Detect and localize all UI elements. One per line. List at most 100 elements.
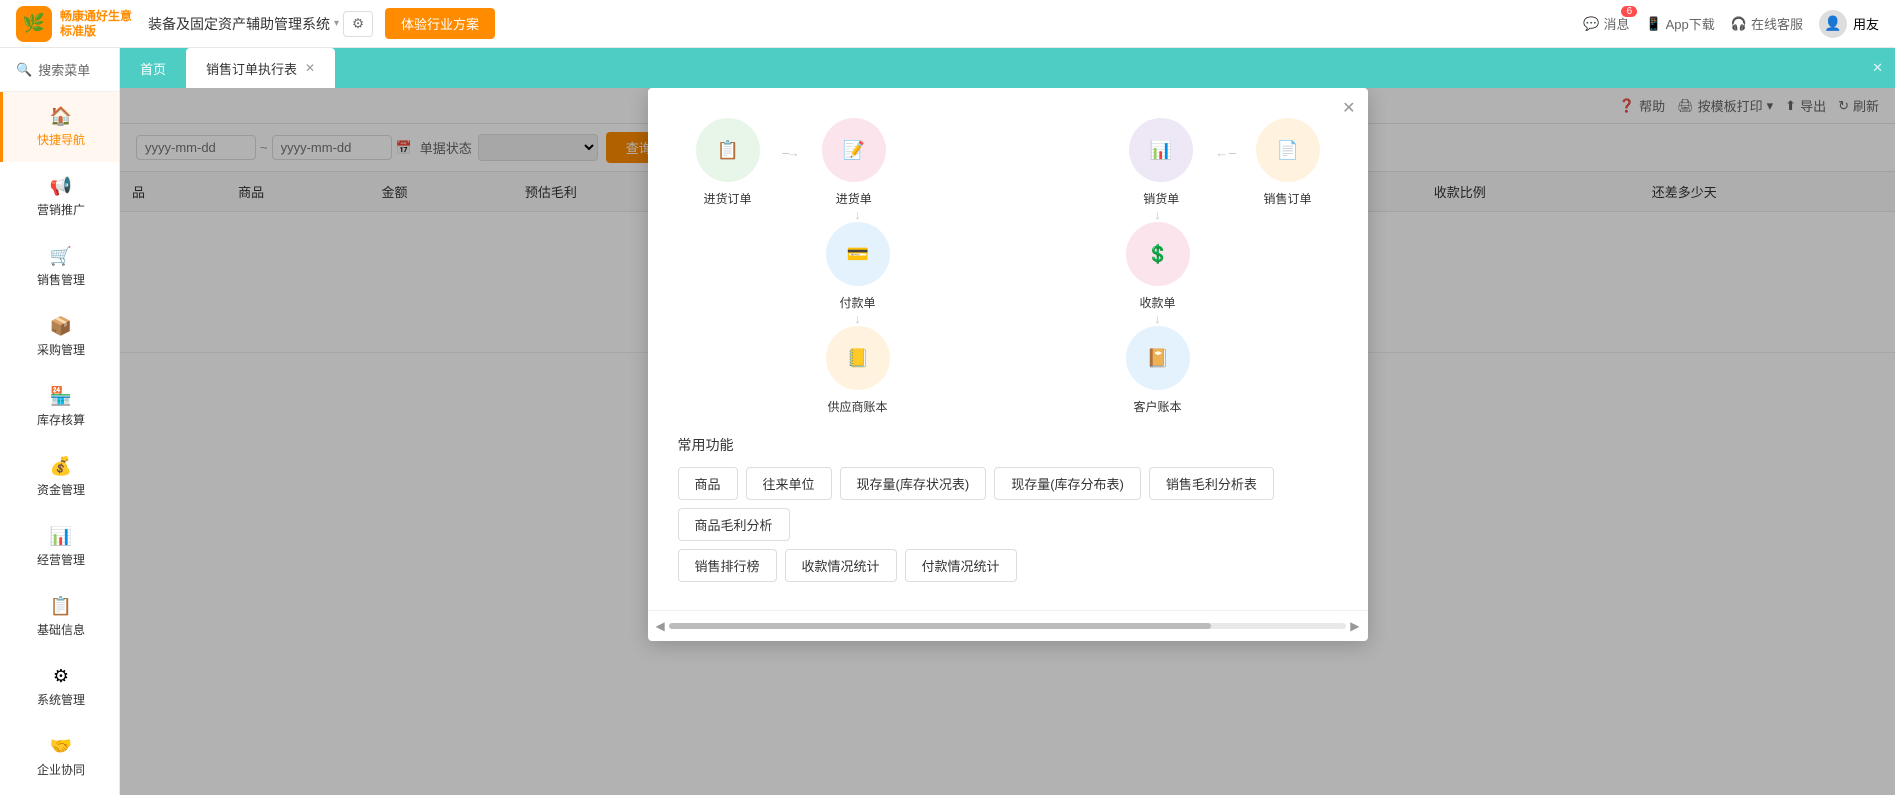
- sidebar-item-sales[interactable]: 🛒 销售管理: [0, 232, 119, 302]
- common-func-title: 常用功能: [678, 435, 1338, 455]
- func-btn-goods-gross[interactable]: 商品毛利分析: [678, 508, 790, 541]
- enterprise-icon: 🤝: [50, 736, 72, 757]
- func-btn-partners[interactable]: 往来单位: [746, 467, 832, 500]
- inventory-icon: 🏪: [50, 386, 72, 407]
- close-all-icon: ✕: [1872, 60, 1883, 75]
- main-layout: 🔍 搜索菜单 🏠 快捷导航 📢 营销推广 🛒 销售管理 📦: [0, 48, 1895, 795]
- sidebar-item-label: 经营管理: [37, 551, 85, 568]
- flow-row-5: 📒 供应商账本 📔 客户账本: [678, 326, 1338, 415]
- scroll-right-arrow[interactable]: ▶: [1350, 619, 1359, 633]
- sidebar-item-label: 基础信息: [37, 621, 85, 638]
- purchase-bill-label: 进货单: [836, 190, 872, 207]
- flow-row-1: 📋 进货订单 - - - →: [678, 118, 1338, 207]
- user-area[interactable]: 👤 用友: [1819, 10, 1879, 38]
- logo-area: 🌿 畅康通好生意 标准版: [16, 6, 136, 42]
- sidebar-item-operations[interactable]: 📊 经营管理: [0, 512, 119, 582]
- sidebar-item-inventory[interactable]: 🏪 库存核算: [0, 372, 119, 442]
- service-icon: 🎧: [1731, 16, 1747, 32]
- guide-overlay[interactable]: ✕ 📋: [120, 88, 1895, 795]
- sales-icon: 🛒: [50, 246, 72, 267]
- customer-account-icon: 📔: [1126, 326, 1190, 390]
- payment-icon: 💳: [826, 222, 890, 286]
- app-download-action[interactable]: 📱 App下载: [1645, 14, 1714, 33]
- gear-button[interactable]: ⚙: [343, 11, 373, 37]
- flow-node-receipt[interactable]: 💲 收款单: [1108, 222, 1208, 311]
- purchase-icon: 📦: [50, 316, 72, 337]
- down-arrow-payment: ↓: [854, 207, 861, 222]
- system-title: 装备及固定资产辅助管理系统: [148, 14, 330, 34]
- payment-label: 付款单: [839, 294, 875, 311]
- flow-node-customer-account[interactable]: 📔 客户账本: [1108, 326, 1208, 415]
- down-arrow-customer: ↓: [1154, 311, 1161, 326]
- func-btn-sales-rank[interactable]: 销售排行榜: [678, 549, 777, 582]
- supplier-account-label: 供应商账本: [827, 398, 887, 415]
- top-bar-left: 🌿 畅康通好生意 标准版 装备及固定资产辅助管理系统 ▾ ⚙ 体验行业方案: [16, 6, 495, 42]
- sidebar-item-quick[interactable]: 🏠 快捷导航: [0, 92, 119, 162]
- sidebar-nav: 🏠 快捷导航 📢 营销推广 🛒 销售管理 📦 采购管理 🏪 库存核: [0, 92, 119, 795]
- sidebar-item-enterprise[interactable]: 🤝 企业协同: [0, 722, 119, 792]
- flow-row-2: ↓ ↓: [678, 207, 1338, 222]
- logo-text: 畅康通好生意 标准版: [60, 9, 132, 38]
- online-service-action[interactable]: 🎧 在线客服: [1731, 14, 1803, 33]
- sidebar: 🔍 搜索菜单 🏠 快捷导航 📢 营销推广 🛒 销售管理 📦: [0, 48, 120, 795]
- svg-text:💳: 💳: [846, 244, 868, 264]
- sidebar-item-label: 企业协同: [37, 761, 85, 778]
- customer-account-label: 客户账本: [1133, 398, 1181, 415]
- sidebar-item-label: 资金管理: [37, 481, 85, 498]
- sidebar-item-marketing[interactable]: 📢 营销推广: [0, 162, 119, 232]
- guide-panel: ✕ 📋: [648, 88, 1368, 641]
- experience-button[interactable]: 体验行业方案: [385, 8, 495, 39]
- flow-node-purchase-bill[interactable]: 📝 进货单: [804, 118, 904, 207]
- message-action[interactable]: 💬 消息 6: [1583, 14, 1629, 33]
- flow-node-sales-bill[interactable]: 📊 销货单: [1111, 118, 1211, 207]
- sidebar-item-label: 系统管理: [37, 691, 85, 708]
- guide-close-button[interactable]: ✕: [1342, 98, 1355, 118]
- user-name: 用友: [1853, 14, 1879, 33]
- sidebar-item-purchase[interactable]: 📦 采购管理: [0, 302, 119, 372]
- app-container: 🌿 畅康通好生意 标准版 装备及固定资产辅助管理系统 ▾ ⚙ 体验行业方案 💬 …: [0, 0, 1895, 795]
- guide-body: 📋 进货订单 - - - →: [648, 88, 1368, 610]
- func-btn-payment-stat[interactable]: 付款情况统计: [905, 549, 1017, 582]
- dropdown-arrow-icon[interactable]: ▾: [334, 18, 339, 29]
- message-badge: 6: [1621, 6, 1637, 17]
- top-bar: 🌿 畅康通好生意 标准版 装备及固定资产辅助管理系统 ▾ ⚙ 体验行业方案 💬 …: [0, 0, 1895, 48]
- tab-close-icon[interactable]: ✕: [305, 61, 315, 75]
- quick-nav-icon: 🏠: [50, 106, 72, 127]
- operations-icon: 📊: [50, 526, 72, 547]
- flow-node-purchase-order[interactable]: 📋 进货订单: [678, 118, 778, 207]
- sidebar-item-label: 快捷导航: [37, 131, 85, 148]
- scroll-track[interactable]: [669, 623, 1347, 629]
- sidebar-item-label: 营销推广: [37, 201, 85, 218]
- search-menu-item[interactable]: 🔍 搜索菜单: [0, 48, 119, 92]
- sidebar-item-basic[interactable]: 📋 基础信息: [0, 582, 119, 652]
- logo-icon: 🌿: [16, 6, 52, 42]
- sidebar-item-label: 采购管理: [37, 341, 85, 358]
- flow-node-payment[interactable]: 💳 付款单: [808, 222, 908, 311]
- finance-icon: 💰: [50, 456, 72, 477]
- scroll-left-arrow[interactable]: ◀: [656, 619, 665, 633]
- svg-text:📔: 📔: [1146, 348, 1168, 368]
- sidebar-item-system[interactable]: ⚙ 系统管理: [0, 652, 119, 722]
- common-functions-section: 常用功能 商品 往来单位 现存量(库存状况表) 现存量(库存分布表) 销售毛利分…: [678, 435, 1338, 582]
- sidebar-item-label: 库存核算: [37, 411, 85, 428]
- flow-node-supplier-account[interactable]: 📒 供应商账本: [808, 326, 908, 415]
- close-all-button[interactable]: ✕: [1860, 60, 1895, 76]
- func-btn-goods[interactable]: 商品: [678, 467, 738, 500]
- down-arrow-receipt: ↓: [1154, 207, 1161, 222]
- flow-col-customer: ↓: [1108, 311, 1208, 326]
- func-btn-stock-status[interactable]: 现存量(库存状况表): [840, 467, 987, 500]
- sales-order-label: 销售订单: [1263, 190, 1311, 207]
- svg-text:📝: 📝: [843, 139, 865, 160]
- func-btn-receipt-stat[interactable]: 收款情况统计: [785, 549, 897, 582]
- flow-node-sales-order[interactable]: 📄 销售订单: [1238, 118, 1338, 207]
- flow-row-3: 💳 付款单 💲 收款单: [678, 222, 1338, 311]
- search-icon: 🔍: [16, 62, 32, 78]
- tab-home[interactable]: 首页: [120, 48, 186, 88]
- system-icon: ⚙: [53, 666, 69, 687]
- page-content: ❓ 帮助 🖨 按模板打印 ▾ ⬆ 导出 ↻ 刷新: [120, 88, 1895, 795]
- func-btn-sales-gross[interactable]: 销售毛利分析表: [1149, 467, 1274, 500]
- func-btn-stock-dist[interactable]: 现存量(库存分布表): [994, 467, 1141, 500]
- tab-sales-order[interactable]: 销售订单执行表 ✕: [186, 48, 335, 88]
- sidebar-item-finance[interactable]: 💰 资金管理: [0, 442, 119, 512]
- svg-text:📒: 📒: [846, 348, 868, 368]
